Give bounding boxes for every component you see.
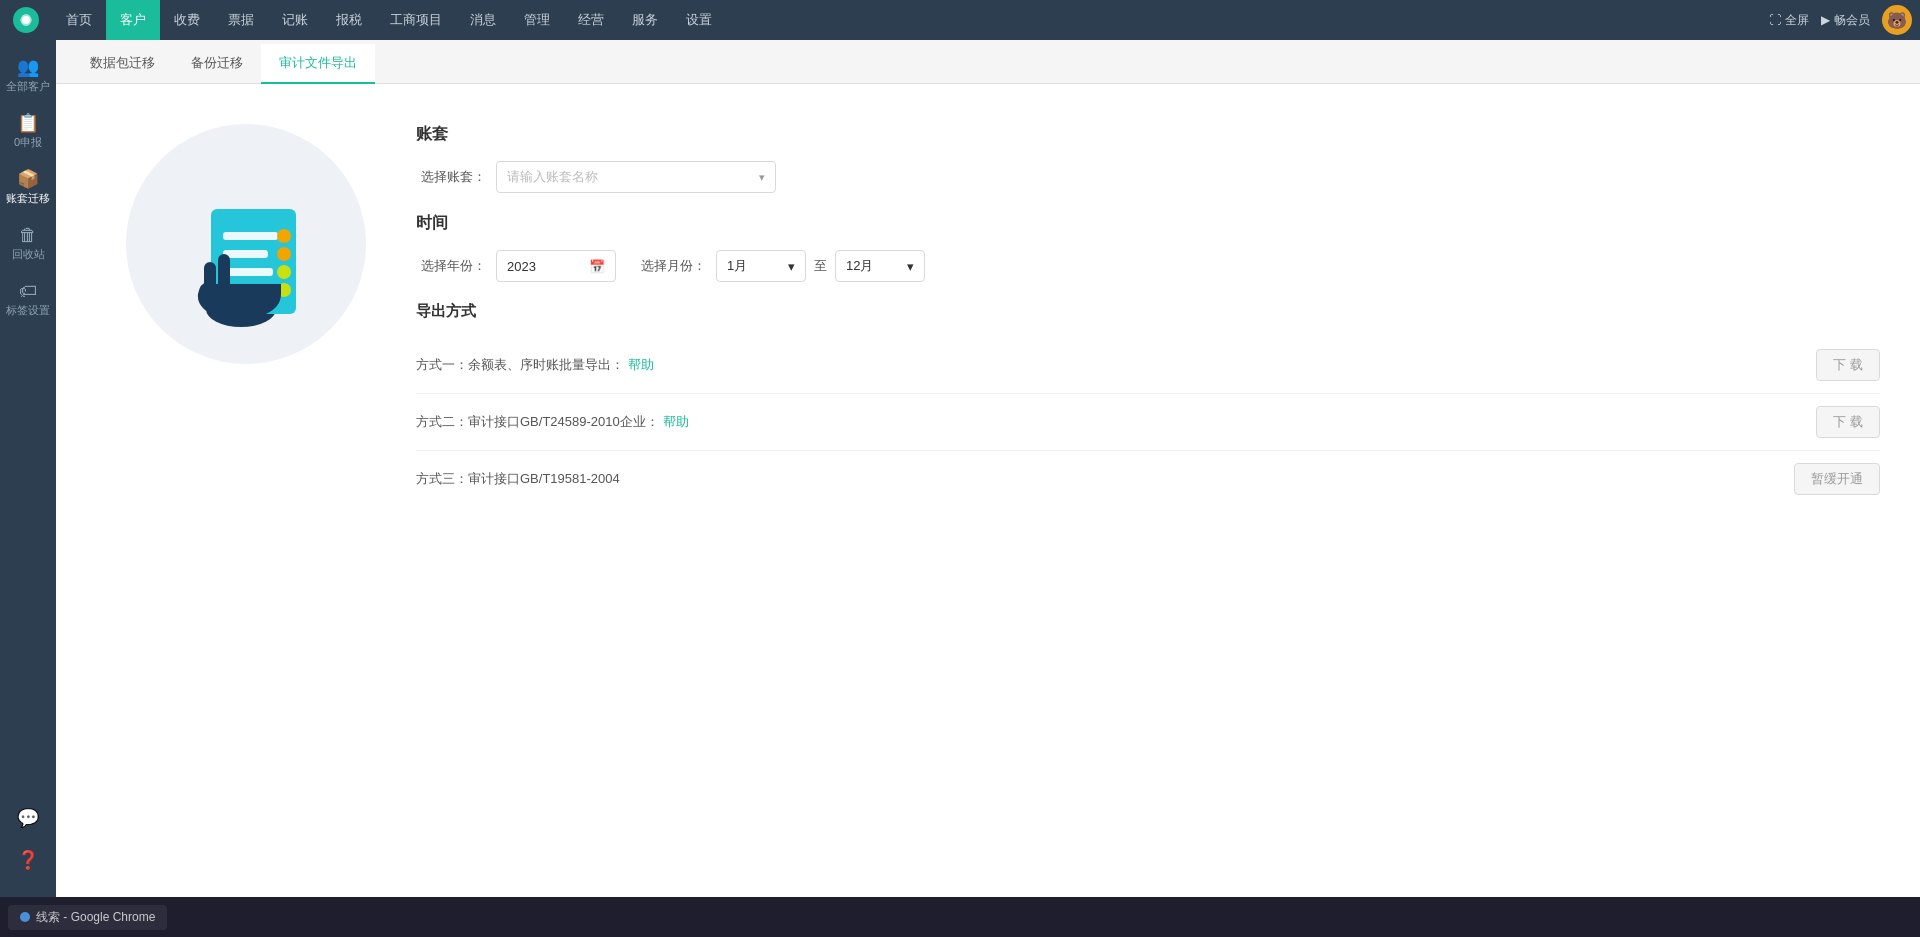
nav-tax[interactable]: 报税 [322, 0, 376, 40]
sidebar-bottom: 💬 ❓ [17, 799, 39, 889]
member-button[interactable]: ▶ 畅会员 [1821, 12, 1870, 29]
nav-business[interactable]: 工商项目 [376, 0, 456, 40]
sidebar-chat-button[interactable]: 💬 [17, 799, 39, 837]
nav-customer[interactable]: 客户 [106, 0, 160, 40]
member-icon: ▶ [1821, 13, 1830, 27]
account-dropdown-arrow: ▾ [759, 171, 765, 184]
export-method-3-label: 方式三：审计接口GB/T19581-2004 [416, 470, 620, 488]
fullscreen-button[interactable]: ⛶ 全屏 [1769, 12, 1809, 29]
sidebar-item-all-customers[interactable]: 👥 全部客户 [0, 48, 56, 104]
logo[interactable] [8, 2, 44, 38]
illustration-column [96, 114, 396, 867]
page-content: 账套 选择账套： 请输入账套名称 ▾ 时间 选择年份： 2023 [56, 84, 1920, 897]
month-from-select[interactable]: 1月 ▾ [716, 250, 806, 282]
export-method-3: 方式三：审计接口GB/T19581-2004 暂缓开通 [416, 451, 1880, 507]
nav-message[interactable]: 消息 [456, 0, 510, 40]
export-method-2: 方式二：审计接口GB/T24589-2010企业： 帮助 下 载 [416, 394, 1880, 451]
svg-point-1 [22, 16, 30, 24]
time-row: 选择年份： 2023 📅 选择月份： 1月 ▾ 至 1 [416, 250, 1880, 282]
fullscreen-icon: ⛶ [1769, 13, 1781, 27]
taskbar-chrome-item[interactable]: 线索 - Google Chrome [8, 905, 167, 930]
sidebar-item-account-migrate[interactable]: 📦 账套迁移 [0, 160, 56, 216]
svg-point-10 [277, 265, 291, 279]
time-section: 时间 选择年份： 2023 📅 选择月份： 1月 ▾ 至 [416, 213, 1880, 282]
nav-service[interactable]: 服务 [618, 0, 672, 40]
account-input-placeholder: 请输入账套名称 [507, 168, 759, 186]
export-section: 导出方式 方式一：余额表、序时账批量导出： 帮助 下 载 方式二：审计接口GB/… [416, 302, 1880, 507]
sidebar: 👥 全部客户 📋 0申报 📦 账套迁移 🗑 回收站 🏷 标签设置 💬 ❓ [0, 40, 56, 897]
tag-icon: 🏷 [19, 282, 37, 300]
year-label: 选择年份： [416, 257, 486, 275]
nav-operate[interactable]: 经营 [564, 0, 618, 40]
illustration-circle [126, 124, 366, 364]
nav-invoice[interactable]: 票据 [214, 0, 268, 40]
export-method-1-button[interactable]: 下 载 [1816, 349, 1880, 381]
nav-items: 首页 客户 收费 票据 记账 报税 工商项目 消息 管理 经营 服务 设置 [52, 0, 1769, 40]
main-layout: 👥 全部客户 📋 0申报 📦 账套迁移 🗑 回收站 🏷 标签设置 💬 ❓ 数据包… [0, 40, 1920, 897]
nav-bookkeeping[interactable]: 记账 [268, 0, 322, 40]
export-method-2-button[interactable]: 下 载 [1816, 406, 1880, 438]
account-select-label: 选择账套： [416, 168, 486, 186]
avatar[interactable]: 🐻 [1882, 5, 1912, 35]
time-section-title: 时间 [416, 213, 1880, 234]
export-section-title: 导出方式 [416, 302, 1880, 321]
export-method-3-button[interactable]: 暂缓开通 [1794, 463, 1880, 495]
migrate-icon: 📦 [17, 170, 39, 188]
tab-data-migrate[interactable]: 数据包迁移 [72, 44, 173, 84]
tab-backup-migrate[interactable]: 备份迁移 [173, 44, 261, 84]
svg-rect-12 [204, 262, 216, 292]
taskbar-dot [20, 912, 30, 922]
nav-fee[interactable]: 收费 [160, 0, 214, 40]
taskbar: 线索 - Google Chrome [0, 897, 1920, 937]
sidebar-item-zero-declare[interactable]: 📋 0申报 [0, 104, 56, 160]
content-area: 数据包迁移 备份迁移 审计文件导出 [56, 40, 1920, 897]
export-method-2-help[interactable]: 帮助 [663, 413, 689, 431]
sidebar-item-tag-settings[interactable]: 🏷 标签设置 [0, 272, 56, 328]
export-method-1: 方式一：余额表、序时账批量导出： 帮助 下 载 [416, 337, 1880, 394]
top-nav-right: ⛶ 全屏 ▶ 畅会员 🐻 [1769, 5, 1912, 35]
sidebar-item-trash[interactable]: 🗑 回收站 [0, 216, 56, 272]
svg-point-8 [277, 229, 291, 243]
tab-audit-export[interactable]: 审计文件导出 [261, 44, 375, 84]
time-separator: 至 [814, 257, 827, 275]
trash-icon: 🗑 [19, 226, 37, 244]
customers-icon: 👥 [17, 58, 39, 76]
declare-icon: 📋 [17, 114, 39, 132]
account-section-title: 账套 [416, 124, 1880, 145]
svg-point-9 [277, 247, 291, 261]
month-to-select[interactable]: 12月 ▾ [835, 250, 925, 282]
top-nav: 首页 客户 收费 票据 记账 报税 工商项目 消息 管理 经营 服务 设置 ⛶ … [0, 0, 1920, 40]
month-from-arrow: ▾ [788, 259, 795, 274]
year-input[interactable]: 2023 📅 [496, 250, 616, 282]
month-to-arrow: ▾ [907, 259, 914, 274]
tab-bar: 数据包迁移 备份迁移 审计文件导出 [56, 40, 1920, 84]
month-label: 选择月份： [636, 257, 706, 275]
export-method-1-help[interactable]: 帮助 [628, 356, 654, 374]
account-select-input[interactable]: 请输入账套名称 ▾ [496, 161, 776, 193]
svg-rect-13 [218, 254, 230, 289]
nav-home[interactable]: 首页 [52, 0, 106, 40]
export-method-1-label: 方式一：余额表、序时账批量导出： [416, 356, 624, 374]
account-select-row: 选择账套： 请输入账套名称 ▾ [416, 161, 1880, 193]
svg-rect-6 [223, 268, 273, 276]
taskbar-item-label: 线索 - Google Chrome [36, 909, 155, 926]
nav-settings[interactable]: 设置 [672, 0, 726, 40]
year-calendar-icon: 📅 [589, 259, 605, 274]
form-column: 账套 选择账套： 请输入账套名称 ▾ 时间 选择年份： 2023 [396, 114, 1880, 867]
svg-rect-4 [223, 232, 278, 240]
sidebar-help-button[interactable]: ❓ [17, 841, 39, 879]
svg-rect-5 [223, 250, 268, 258]
nav-manage[interactable]: 管理 [510, 0, 564, 40]
export-method-2-label: 方式二：审计接口GB/T24589-2010企业： [416, 413, 659, 431]
